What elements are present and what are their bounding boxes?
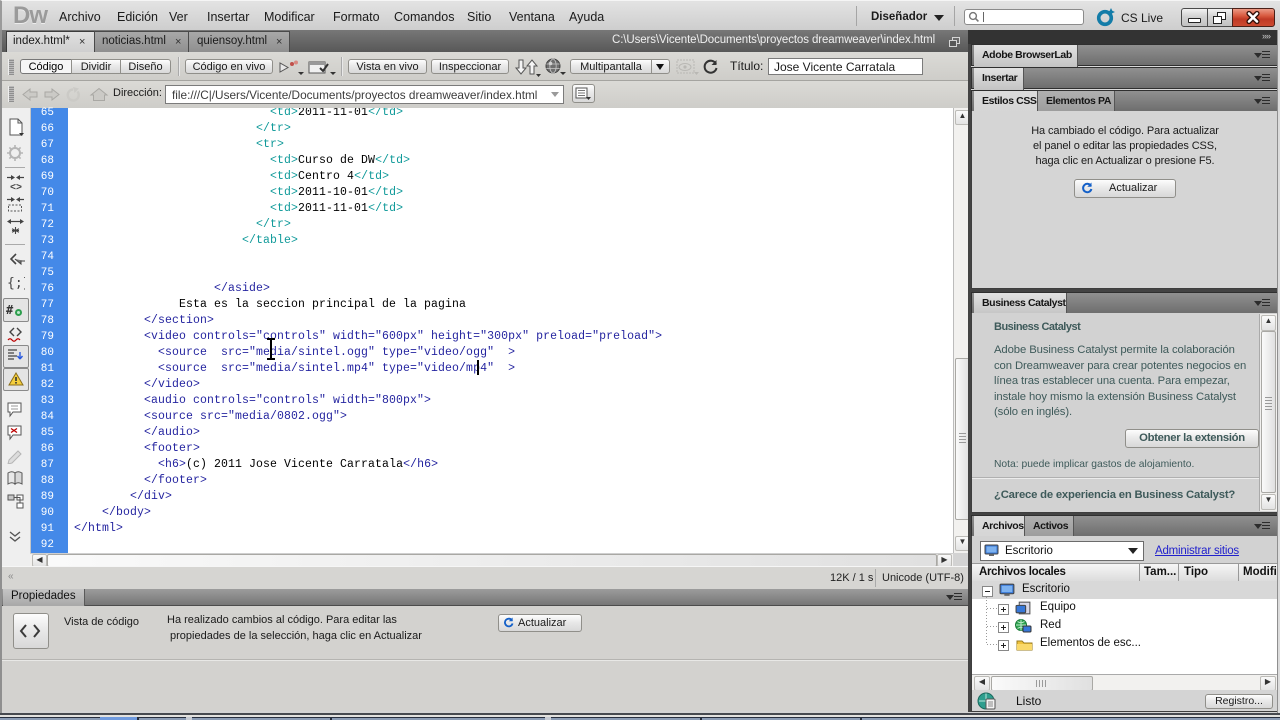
svg-text:#: # — [6, 303, 14, 317]
svg-text:{;}: {;} — [7, 276, 25, 291]
svg-text:<>: <> — [10, 183, 22, 191]
